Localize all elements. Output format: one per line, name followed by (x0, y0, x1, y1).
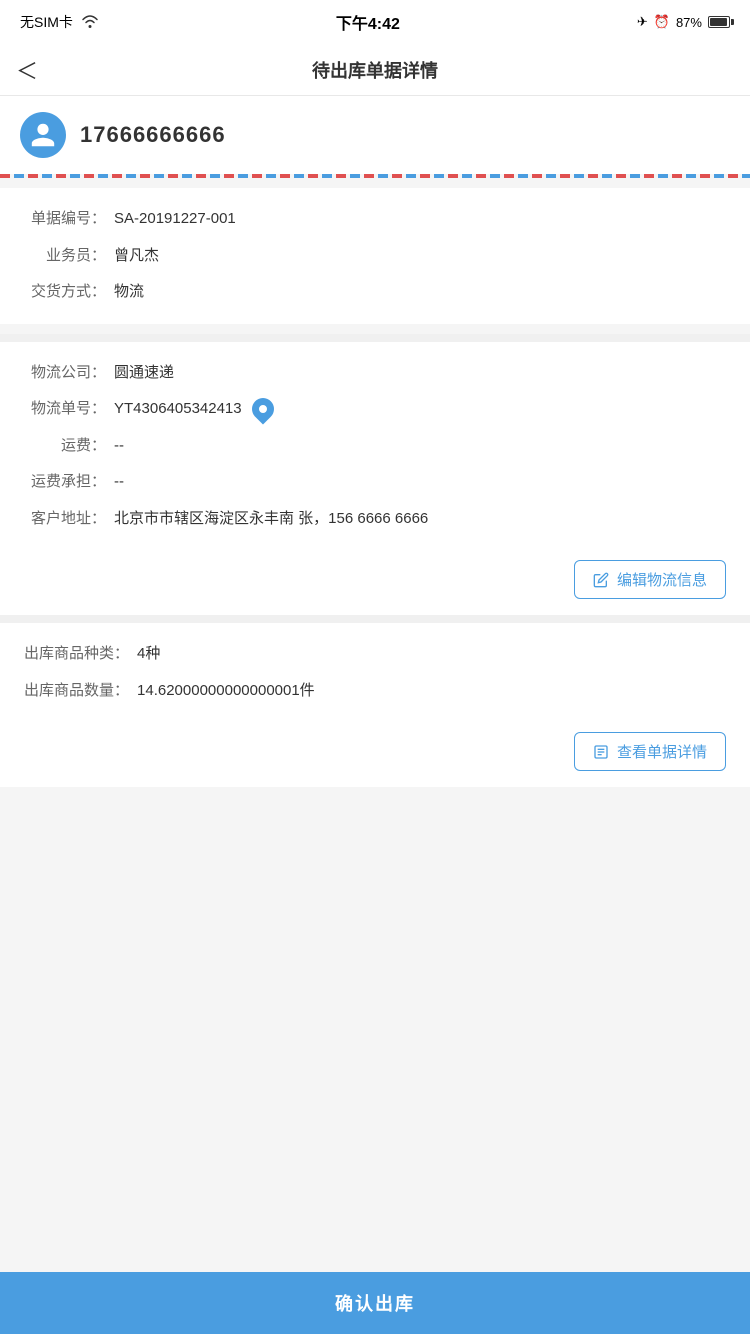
user-phone: 17666666666 (80, 122, 226, 148)
company-value: 圆通速递 (114, 362, 726, 385)
goods-section: 出库商品种类： 4种 出库商品数量： 14.62000000000000001件 (0, 623, 750, 722)
address-row: 客户地址： 北京市市辖区海淀区永丰南 张，156 6666 6666 (24, 508, 726, 531)
freight-row: 运费： -- (24, 435, 726, 458)
tracking-value: YT4306405342413 (114, 398, 242, 421)
detail-btn-row: 查看单据详情 (0, 722, 750, 787)
tracking-row: 物流单号： YT4306405342413 (24, 398, 726, 421)
divider-1 (0, 334, 750, 342)
status-right: ✈ ⏰ 87% (637, 14, 730, 30)
tracking-value-wrapper: YT4306405342413 (114, 398, 726, 421)
location-status-icon: ✈ (637, 14, 648, 30)
document-icon (593, 744, 609, 760)
document-label: 单据编号： (24, 208, 114, 231)
edit-btn-label: 编辑物流信息 (617, 569, 707, 590)
salesman-value: 曾凡杰 (114, 245, 726, 268)
goods-quantity-label: 出库商品数量： (24, 680, 137, 703)
freight-bearer-label: 运费承担： (24, 471, 114, 494)
wifi-icon (81, 14, 99, 31)
status-time: 下午4:42 (336, 10, 400, 34)
freight-bearer-row: 运费承担： -- (24, 471, 726, 494)
divider-2 (0, 615, 750, 623)
edit-btn-row: 编辑物流信息 (0, 550, 750, 615)
user-header: 17666666666 (0, 96, 750, 174)
company-label: 物流公司： (24, 362, 114, 385)
view-detail-button[interactable]: 查看单据详情 (574, 732, 726, 771)
battery-label: 87% (676, 15, 702, 30)
basic-info-section: 单据编号： SA-20191227-001 业务员： 曾凡杰 交货方式： 物流 (0, 188, 750, 324)
goods-quantity-row: 出库商品数量： 14.62000000000000001件 (24, 680, 726, 703)
status-left: 无SIM卡 (20, 12, 99, 32)
delivery-label: 交货方式： (24, 281, 114, 304)
confirm-btn-container: 确认出库 (0, 1272, 750, 1334)
goods-types-row: 出库商品种类： 4种 (24, 643, 726, 666)
goods-types-label: 出库商品种类： (24, 643, 137, 666)
address-label: 客户地址： (24, 508, 114, 531)
back-button[interactable]: ＜ (16, 54, 38, 86)
dashed-separator (0, 174, 750, 178)
carrier-label: 无SIM卡 (20, 12, 73, 32)
logistics-company-row: 物流公司： 圆通速递 (24, 362, 726, 385)
freight-label: 运费： (24, 435, 114, 458)
page-title: 待出库单据详情 (312, 57, 438, 83)
edit-icon (593, 572, 609, 588)
detail-btn-label: 查看单据详情 (617, 741, 707, 762)
delivery-row: 交货方式： 物流 (24, 281, 726, 304)
logistics-outer: 物流公司： 圆通速递 物流单号： YT4306405342413 运费： -- … (0, 342, 750, 616)
goods-quantity-value: 14.62000000000000001件 (137, 680, 726, 703)
alarm-icon: ⏰ (654, 14, 670, 30)
nav-bar: ＜ 待出库单据详情 (0, 44, 750, 96)
edit-logistics-button[interactable]: 编辑物流信息 (574, 560, 726, 599)
salesman-label: 业务员： (24, 245, 114, 268)
goods-types-value: 4种 (137, 643, 726, 666)
avatar-icon (29, 121, 57, 149)
battery-icon (708, 16, 730, 28)
freight-value: -- (114, 435, 726, 458)
status-bar: 无SIM卡 下午4:42 ✈ ⏰ 87% (0, 0, 750, 44)
confirm-button[interactable]: 确认出库 (20, 1290, 730, 1316)
logistics-section: 物流公司： 圆通速递 物流单号： YT4306405342413 运费： -- … (0, 342, 750, 551)
salesman-row: 业务员： 曾凡杰 (24, 245, 726, 268)
document-value: SA-20191227-001 (114, 208, 726, 231)
document-number-row: 单据编号： SA-20191227-001 (24, 208, 726, 231)
map-location-icon[interactable] (247, 394, 278, 425)
bottom-spacer (0, 787, 750, 857)
tracking-label: 物流单号： (24, 398, 114, 421)
freight-bearer-value: -- (114, 471, 726, 494)
delivery-value: 物流 (114, 281, 726, 304)
user-avatar (20, 112, 66, 158)
address-value: 北京市市辖区海淀区永丰南 张，156 6666 6666 (114, 508, 726, 531)
